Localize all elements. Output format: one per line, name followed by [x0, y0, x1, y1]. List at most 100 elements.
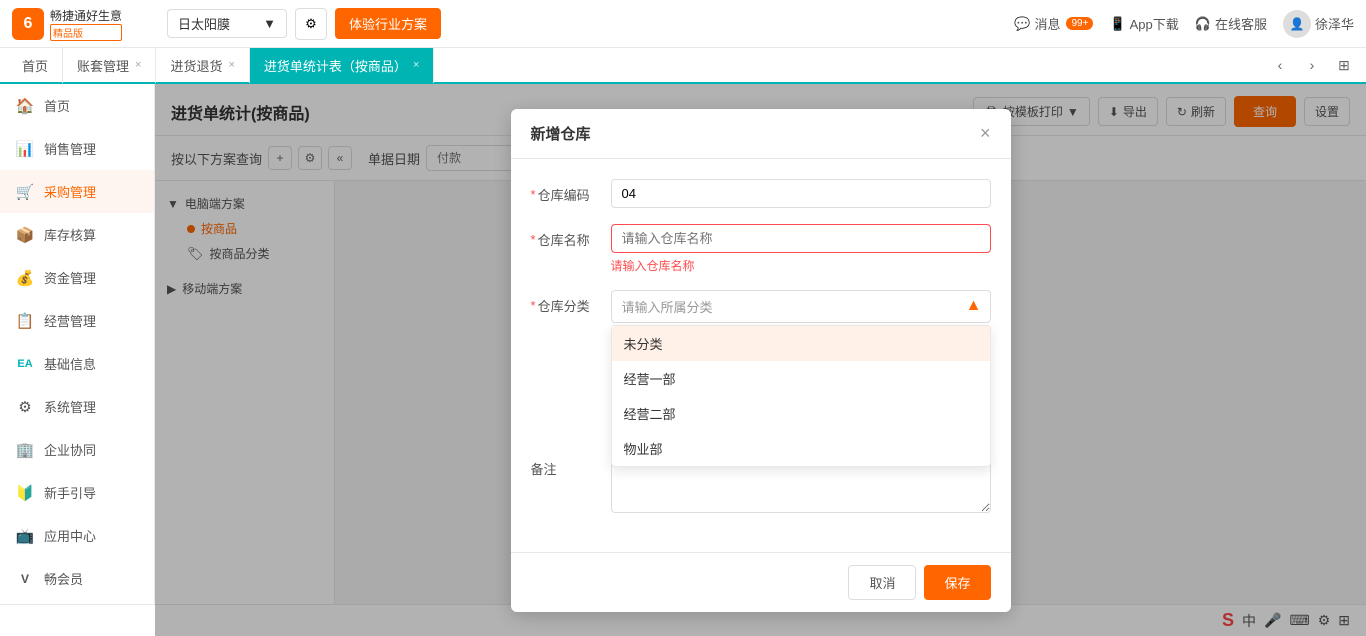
customer-service-label: 在线客服 — [1215, 14, 1267, 33]
tab-purchase-return[interactable]: 进货退货 × — [156, 47, 249, 83]
tab-accounts-label: 账套管理 — [77, 56, 129, 75]
new-warehouse-dialog: 新增仓库 × * 仓库编码 — [511, 109, 1011, 612]
form-row-name: * 仓库名称 请输入仓库名称 — [531, 224, 991, 274]
tab-prev-btn[interactable]: ‹ — [1266, 51, 1294, 79]
purchase-icon: 🛒 — [16, 183, 34, 201]
sidebar: 🏠 首页 📊 销售管理 🛒 采购管理 📦 库存核算 💰 资金管理 📋 经营管理 … — [0, 84, 155, 636]
store-name: 日太阳膜 — [178, 14, 230, 33]
name-error-msg: 请输入仓库名称 — [611, 257, 991, 274]
customer-service-button[interactable]: 🎧 在线客服 — [1195, 14, 1267, 33]
tab-accounts-close[interactable]: × — [135, 59, 141, 71]
tab-accounts[interactable]: 账套管理 × — [63, 47, 156, 83]
tab-purchase-return-close[interactable]: × — [228, 59, 234, 71]
sidebar-item-guide-label: 新手引导 — [44, 483, 96, 502]
message-label: 消息 — [1034, 14, 1060, 33]
dialog-footer: 取消 保存 — [511, 552, 1011, 612]
sidebar-item-enterprise-label: 企业协同 — [44, 440, 96, 459]
dialog-body: * 仓库编码 * 仓库名称 — [511, 159, 1011, 552]
app-center-icon: 📺 — [16, 527, 34, 545]
settings-button[interactable]: ⚙ — [295, 8, 327, 40]
tab-next-btn[interactable]: › — [1298, 51, 1326, 79]
sidebar-item-app-center-label: 应用中心 — [44, 526, 96, 545]
home-icon: 🏠 — [16, 97, 34, 115]
category-placeholder: 请输入所属分类 — [622, 297, 713, 316]
enterprise-icon: 🏢 — [16, 441, 34, 459]
dropdown-item-1[interactable]: 经营一部 — [612, 361, 990, 396]
sidebar-item-basic-info[interactable]: EA 基础信息 — [0, 342, 154, 385]
tab-expand-btn[interactable]: ⊞ — [1330, 51, 1358, 79]
sidebar-item-inventory[interactable]: 📦 库存核算 — [0, 213, 154, 256]
tab-purchase-stats[interactable]: 进货单统计表（按商品） × — [250, 47, 434, 83]
user-button[interactable]: 👤 徐泽华 — [1283, 10, 1354, 38]
gear-icon: ⚙ — [305, 16, 317, 32]
top-actions: 💬 消息 99+ 📱 App下载 🎧 在线客服 👤 徐泽华 — [1014, 10, 1354, 38]
content-area: 进货单统计(按商品) 🖨 按模板打印 ▼ ⬇ 导出 ↻ 刷新 查询 设置 — [155, 84, 1366, 636]
store-selector[interactable]: 日太阳膜 ▼ — [167, 9, 287, 38]
sidebar-item-system[interactable]: ⚙ 系统管理 — [0, 385, 154, 428]
cancel-button[interactable]: 取消 — [848, 565, 916, 600]
app-download-button[interactable]: 📱 App下载 — [1109, 14, 1178, 33]
dropdown-item-0[interactable]: 未分类 — [612, 326, 990, 361]
sidebar-item-guide[interactable]: 🔰 新手引导 — [0, 471, 154, 514]
name-control: 请输入仓库名称 — [611, 224, 991, 274]
system-icon: ⚙ — [16, 398, 34, 416]
message-badge: 99+ — [1066, 17, 1093, 30]
tab-purchase-stats-label: 进货单统计表（按商品） — [264, 56, 407, 75]
tab-home[interactable]: 首页 — [8, 47, 63, 83]
category-label: * 仓库分类 — [531, 290, 611, 315]
code-label: * 仓库编码 — [531, 179, 611, 204]
name-input[interactable] — [611, 224, 991, 253]
sidebar-item-basic-info-label: 基础信息 — [44, 354, 96, 373]
sidebar-item-operations[interactable]: 📋 经营管理 — [0, 299, 154, 342]
sidebar-item-finance[interactable]: 💰 资金管理 — [0, 256, 154, 299]
sales-icon: 📊 — [16, 140, 34, 158]
tab-bar: 首页 账套管理 × 进货退货 × 进货单统计表（按商品） × ‹ › ⊞ — [0, 48, 1366, 84]
dialog-close-button[interactable]: × — [980, 124, 991, 142]
main-layout: 🏠 首页 📊 销售管理 🛒 采购管理 📦 库存核算 💰 资金管理 📋 经营管理 … — [0, 84, 1366, 636]
category-select[interactable]: 请输入所属分类 ▲ — [611, 290, 991, 323]
sidebar-item-inventory-label: 库存核算 — [44, 225, 96, 244]
form-row-code: * 仓库编码 — [531, 179, 991, 208]
sidebar-item-app-center[interactable]: 📺 应用中心 — [0, 514, 154, 557]
sidebar-item-membership[interactable]: V 畅会员 — [0, 557, 154, 600]
finance-icon: 💰 — [16, 269, 34, 287]
message-button[interactable]: 💬 消息 99+ — [1014, 14, 1093, 33]
form-row-category: * 仓库分类 请输入所属分类 ▲ 未分类 经营一部 — [531, 290, 991, 323]
sidebar-item-sales[interactable]: 📊 销售管理 — [0, 127, 154, 170]
select-arrow-icon[interactable]: ▲ — [966, 297, 982, 315]
modal-overlay[interactable]: 新增仓库 × * 仓库编码 — [155, 84, 1366, 636]
dropdown-item-3[interactable]: 物业部 — [612, 431, 990, 466]
top-bar: 6 畅捷通好生意 精品版 日太阳膜 ▼ ⚙ 体验行业方案 💬 消息 99+ 📱 … — [0, 0, 1366, 48]
basic-info-icon: EA — [16, 355, 34, 373]
sidebar-item-operations-label: 经营管理 — [44, 311, 96, 330]
trial-button[interactable]: 体验行业方案 — [335, 8, 441, 39]
avatar: 👤 — [1283, 10, 1311, 38]
remark-label: 备注 — [531, 453, 611, 478]
phone-icon: 📱 — [1109, 16, 1125, 32]
app-download-label: App下载 — [1130, 14, 1179, 33]
logo-area: 6 畅捷通好生意 精品版 — [12, 7, 167, 41]
code-input[interactable] — [611, 179, 991, 208]
tab-purchase-return-label: 进货退货 — [170, 56, 222, 75]
dialog-title: 新增仓库 — [531, 123, 591, 144]
sidebar-item-enterprise[interactable]: 🏢 企业协同 — [0, 428, 154, 471]
sidebar-item-home-label: 首页 — [44, 96, 70, 115]
operations-icon: 📋 — [16, 312, 34, 330]
guide-icon: 🔰 — [16, 484, 34, 502]
inventory-icon: 📦 — [16, 226, 34, 244]
category-dropdown: 未分类 经营一部 经营二部 物业部 — [611, 325, 991, 467]
username-label: 徐泽华 — [1315, 14, 1354, 33]
tab-extra-actions: ‹ › ⊞ — [1266, 51, 1358, 79]
save-button[interactable]: 保存 — [924, 565, 990, 600]
headphone-icon: 🎧 — [1195, 16, 1211, 32]
dropdown-item-2[interactable]: 经营二部 — [612, 396, 990, 431]
dialog-header: 新增仓库 × — [511, 109, 1011, 159]
code-control — [611, 179, 991, 208]
sidebar-item-sales-label: 销售管理 — [44, 139, 96, 158]
tab-purchase-stats-close[interactable]: × — [413, 59, 419, 71]
message-icon: 💬 — [1014, 16, 1030, 32]
sidebar-item-system-label: 系统管理 — [44, 397, 96, 416]
category-control: 请输入所属分类 ▲ 未分类 经营一部 经营二部 物业部 — [611, 290, 991, 323]
sidebar-item-home[interactable]: 🏠 首页 — [0, 84, 154, 127]
sidebar-item-purchase[interactable]: 🛒 采购管理 — [0, 170, 154, 213]
